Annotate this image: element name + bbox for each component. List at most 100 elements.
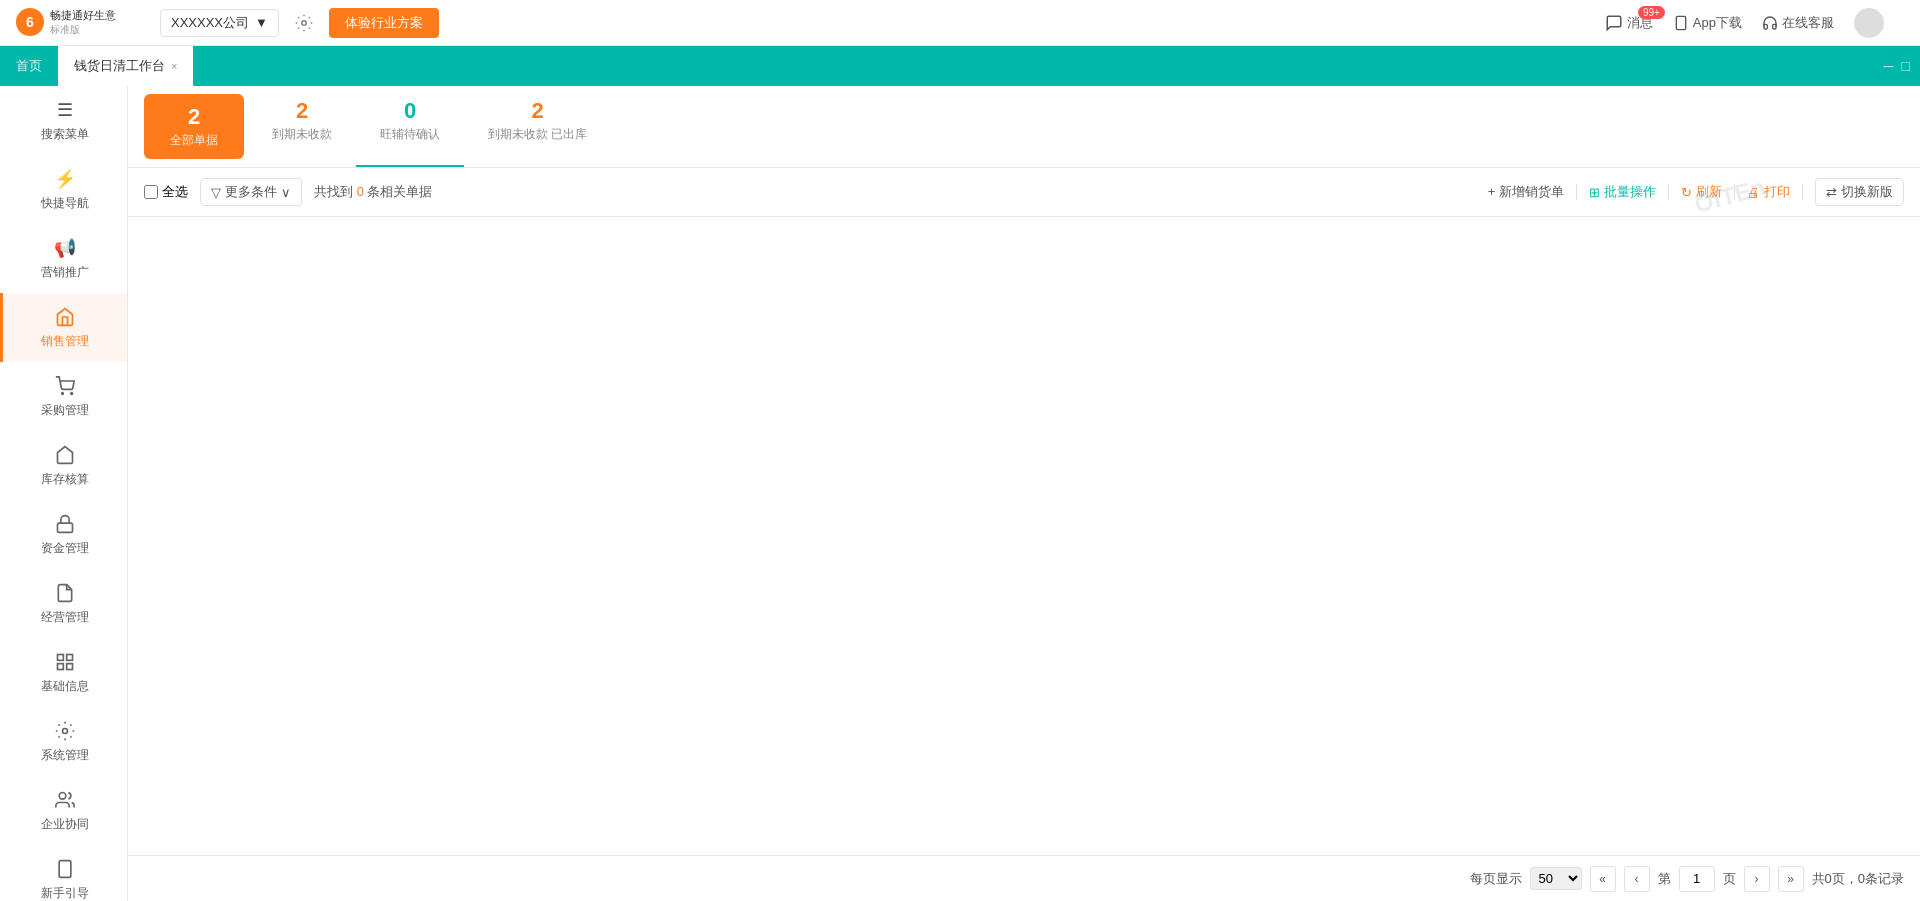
trial-button[interactable]: 体验行业方案: [329, 8, 439, 38]
home-tab[interactable]: 首页: [0, 46, 58, 86]
svg-point-11: [59, 793, 66, 800]
svg-point-10: [63, 729, 68, 734]
refresh-button[interactable]: ↻ 刷新: [1681, 183, 1722, 201]
sidebar-item-operations[interactable]: 经营管理: [0, 569, 127, 638]
logo-icon: 6: [16, 8, 44, 36]
minimize-icon[interactable]: ─: [1884, 58, 1894, 74]
page-number-input[interactable]: [1679, 866, 1715, 892]
maximize-icon[interactable]: □: [1902, 58, 1910, 74]
search-menu-icon: ☰: [53, 98, 77, 122]
logo-line2: 标准版: [50, 23, 116, 37]
basic-info-icon: [53, 650, 77, 674]
workbench-tab[interactable]: 钱货日清工作台 ×: [58, 46, 193, 86]
chevron-down-icon: ▼: [255, 15, 268, 30]
operations-icon: [53, 581, 77, 605]
app-download-button[interactable]: App下载: [1673, 14, 1742, 32]
stat-label-wangwang: 旺辅待确认: [380, 126, 440, 143]
stat-tab-all[interactable]: 2 全部单据: [144, 94, 244, 159]
sidebar-label-inventory: 库存核算: [41, 471, 89, 488]
settings-button[interactable]: [289, 8, 319, 38]
stat-tab-wangwang[interactable]: 0 旺辅待确认: [356, 86, 464, 167]
add-sale-button[interactable]: + 新增销货单: [1488, 183, 1564, 201]
header: 6 畅捷通好生意 标准版 XXXXXX公司 ▼ 体验行业方案 消息 99+: [0, 0, 1920, 46]
avatar[interactable]: [1854, 8, 1884, 38]
separator-2: [1668, 184, 1669, 200]
separator-1: [1576, 184, 1577, 200]
workbench-tab-label: 钱货日清工作台: [74, 57, 165, 75]
filter-chevron-icon: ∨: [281, 185, 291, 200]
toolbar-right: + 新增销货单 ⊞ 批量操作 ↻ 刷新 🖨 打印: [1488, 178, 1904, 206]
first-page-button[interactable]: «: [1590, 866, 1616, 892]
found-count: 0: [357, 184, 364, 199]
nav-tabs: 首页 钱货日清工作台 × ─ □: [0, 46, 1920, 86]
refresh-icon: ↻: [1681, 185, 1692, 200]
svg-rect-5: [58, 523, 73, 532]
sidebar-label-cooperation: 企业协同: [41, 816, 89, 833]
online-service-label: 在线客服: [1782, 14, 1834, 32]
finance-icon: [53, 512, 77, 536]
filter-label: 更多条件: [225, 183, 277, 201]
sidebar-label-system: 系统管理: [41, 747, 89, 764]
message-button[interactable]: 消息 99+: [1605, 14, 1653, 32]
sidebar-label-sales: 销售管理: [41, 333, 89, 350]
found-suffix: 条相关单据: [367, 184, 432, 199]
switch-new-button[interactable]: ⇄ 切换新版: [1815, 178, 1904, 206]
stat-label-all: 全部单据: [170, 132, 218, 149]
sidebar-label-marketing: 营销推广: [41, 264, 89, 281]
stat-label-overdue-unshipped: 到期未收款 已出库: [488, 126, 587, 143]
next-page-button[interactable]: ›: [1744, 866, 1770, 892]
switch-label: 切换新版: [1841, 183, 1893, 201]
message-badge: 99+: [1638, 6, 1665, 19]
inventory-icon: [53, 443, 77, 467]
print-icon: 🖨: [1747, 185, 1760, 200]
sidebar-item-finance[interactable]: 资金管理: [0, 500, 127, 569]
select-all-label[interactable]: 全选: [144, 183, 188, 201]
sidebar-item-sales[interactable]: 销售管理: [0, 293, 127, 362]
select-all-text: 全选: [162, 183, 188, 201]
select-all-checkbox[interactable]: [144, 185, 158, 199]
stat-tab-overdue-unshipped[interactable]: 2 到期未收款 已出库: [464, 86, 611, 167]
print-label: 打印: [1764, 183, 1790, 201]
quick-nav-icon: ⚡: [53, 167, 77, 191]
sidebar-item-search-menu[interactable]: ☰ 搜索菜单: [0, 86, 127, 155]
sidebar-label-purchase: 采购管理: [41, 402, 89, 419]
sidebar-label-quick-nav: 快捷导航: [41, 195, 89, 212]
last-page-button[interactable]: »: [1778, 866, 1804, 892]
sidebar-item-inventory[interactable]: 库存核算: [0, 431, 127, 500]
sidebar-item-purchase[interactable]: 采购管理: [0, 362, 127, 431]
company-selector[interactable]: XXXXXX公司 ▼: [160, 9, 279, 37]
sidebar-item-quick-nav[interactable]: ⚡ 快捷导航: [0, 155, 127, 224]
stat-num-overdue-unshipped: 2: [532, 98, 544, 124]
per-page-label: 每页显示: [1470, 870, 1522, 888]
close-tab-icon[interactable]: ×: [171, 60, 177, 72]
stat-tab-overdue-unpaid[interactable]: 2 到期未收款: [248, 86, 356, 167]
sidebar-item-system[interactable]: 系统管理: [0, 707, 127, 776]
stat-num-all: 2: [188, 104, 200, 130]
prev-page-button[interactable]: ‹: [1624, 866, 1650, 892]
svg-rect-9: [67, 664, 73, 670]
filter-icon: ▽: [211, 185, 221, 200]
filter-button[interactable]: ▽ 更多条件 ∨: [200, 178, 302, 206]
main-layout: ☰ 搜索菜单 ⚡ 快捷导航 📢 营销推广 销售管理: [0, 86, 1920, 901]
cooperation-icon: [53, 788, 77, 812]
refresh-label: 刷新: [1696, 183, 1722, 201]
svg-point-0: [302, 20, 307, 25]
switch-icon: ⇄: [1826, 185, 1837, 200]
separator-3: [1734, 184, 1735, 200]
sidebar-item-beginner[interactable]: 新手引导: [0, 845, 127, 901]
svg-rect-8: [58, 664, 64, 670]
sidebar-label-search-menu: 搜索菜单: [41, 126, 89, 143]
svg-point-4: [71, 393, 73, 395]
online-service-button[interactable]: 在线客服: [1762, 14, 1834, 32]
sidebar-item-cooperation[interactable]: 企业协同: [0, 776, 127, 845]
found-prefix: 共找到: [314, 184, 353, 199]
per-page-select[interactable]: 50 100 200: [1530, 867, 1582, 890]
sidebar-item-basic-info[interactable]: 基础信息: [0, 638, 127, 707]
beginner-icon: [53, 857, 77, 881]
print-button[interactable]: 🖨 打印: [1747, 183, 1790, 201]
sidebar-item-marketing[interactable]: 📢 营销推广: [0, 224, 127, 293]
sidebar-label-finance: 资金管理: [41, 540, 89, 557]
batch-operation-button[interactable]: ⊞ 批量操作: [1589, 183, 1656, 201]
company-name: XXXXXX公司: [171, 14, 249, 32]
system-icon: [53, 719, 77, 743]
